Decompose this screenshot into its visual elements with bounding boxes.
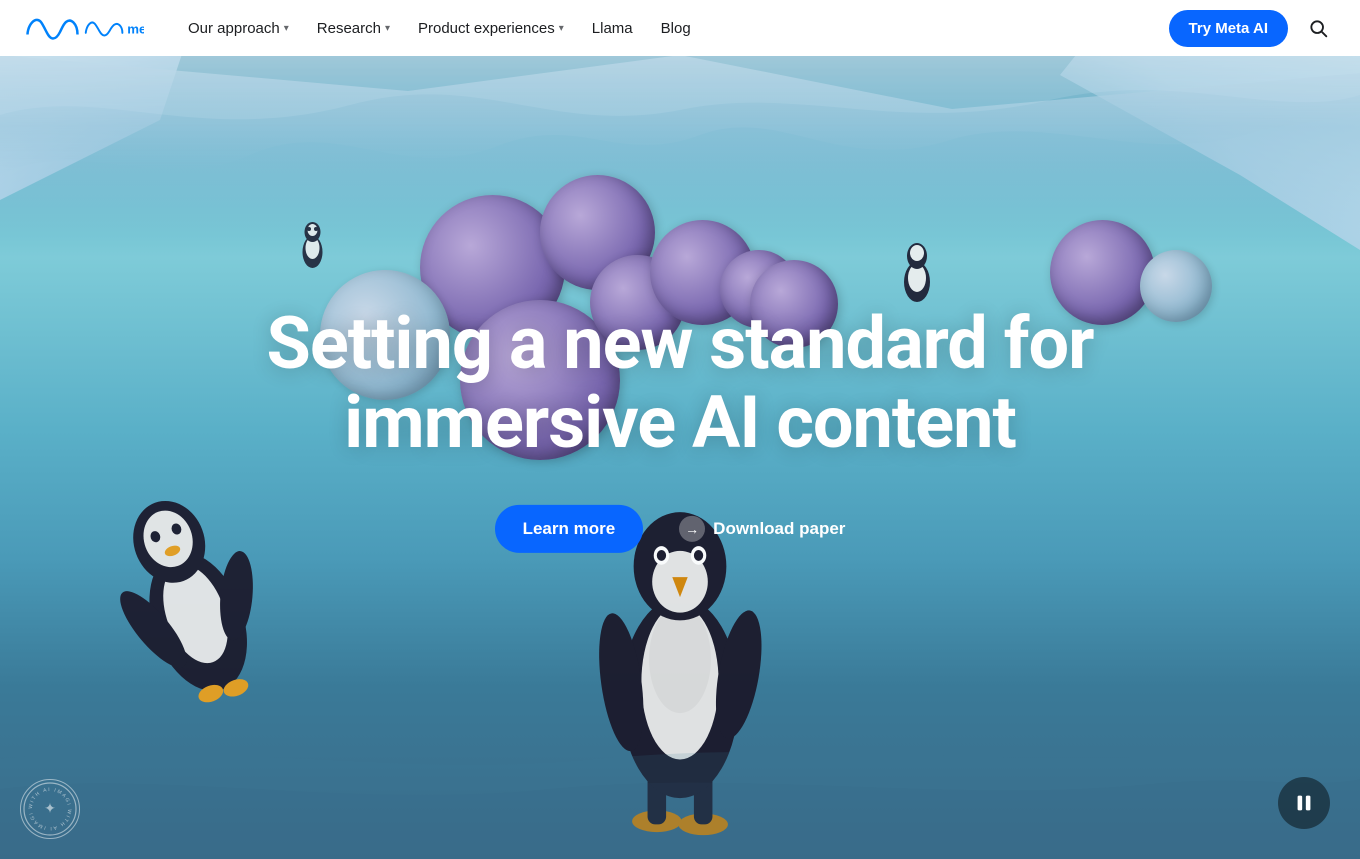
svg-text:✦: ✦ <box>44 801 56 817</box>
learn-more-button[interactable]: Learn more <box>495 505 644 553</box>
bubble-10 <box>1140 250 1212 322</box>
chevron-down-icon: ▾ <box>284 23 289 34</box>
svg-text:meta: meta <box>127 21 144 36</box>
download-paper-button[interactable]: → Download paper <box>659 502 865 556</box>
try-meta-ai-button[interactable]: Try Meta AI <box>1169 10 1288 47</box>
pause-icon <box>1293 792 1315 814</box>
navbar: Meta meta Our approach ▾ Research ▾ Prod… <box>0 0 1360 56</box>
hero-content: Setting a new standard for immersive AI … <box>230 303 1130 555</box>
hero-buttons: Learn more → Download paper <box>230 502 1130 556</box>
navbar-left: Meta meta Our approach ▾ Research ▾ Prod… <box>24 12 703 45</box>
watermark-circle: WITH AI IMAGINED WITH AI IMAGINED ✦ <box>20 779 80 839</box>
hero-section: Setting a new standard for immersive AI … <box>0 0 1360 859</box>
search-button[interactable] <box>1300 10 1336 46</box>
hero-title: Setting a new standard for immersive AI … <box>230 303 1130 461</box>
navbar-right: Try Meta AI <box>1169 10 1336 47</box>
nav-llama[interactable]: Llama <box>580 12 645 45</box>
watermark: WITH AI IMAGINED WITH AI IMAGINED ✦ <box>20 779 80 839</box>
nav-blog[interactable]: Blog <box>649 12 703 45</box>
chevron-down-icon: ▾ <box>385 23 390 34</box>
arrow-icon: → <box>679 516 705 542</box>
logo[interactable]: Meta meta <box>24 14 144 42</box>
nav-product-experiences[interactable]: Product experiences ▾ <box>406 12 576 45</box>
penguin-distant-svg <box>295 220 330 275</box>
meta-wordmark-icon: meta <box>84 14 144 42</box>
chevron-down-icon: ▾ <box>559 23 564 34</box>
watermark-svg: WITH AI IMAGINED WITH AI IMAGINED ✦ <box>22 781 78 837</box>
meta-logo-icon: Meta <box>24 14 84 42</box>
pause-button[interactable] <box>1278 777 1330 829</box>
nav-research[interactable]: Research ▾ <box>305 12 402 45</box>
hero-background: Setting a new standard for immersive AI … <box>0 0 1360 859</box>
nav-our-approach[interactable]: Our approach ▾ <box>176 12 301 45</box>
nav-links: Our approach ▾ Research ▾ Product experi… <box>176 12 703 45</box>
search-icon <box>1308 18 1328 38</box>
water-ripples-svg <box>0 659 1360 859</box>
